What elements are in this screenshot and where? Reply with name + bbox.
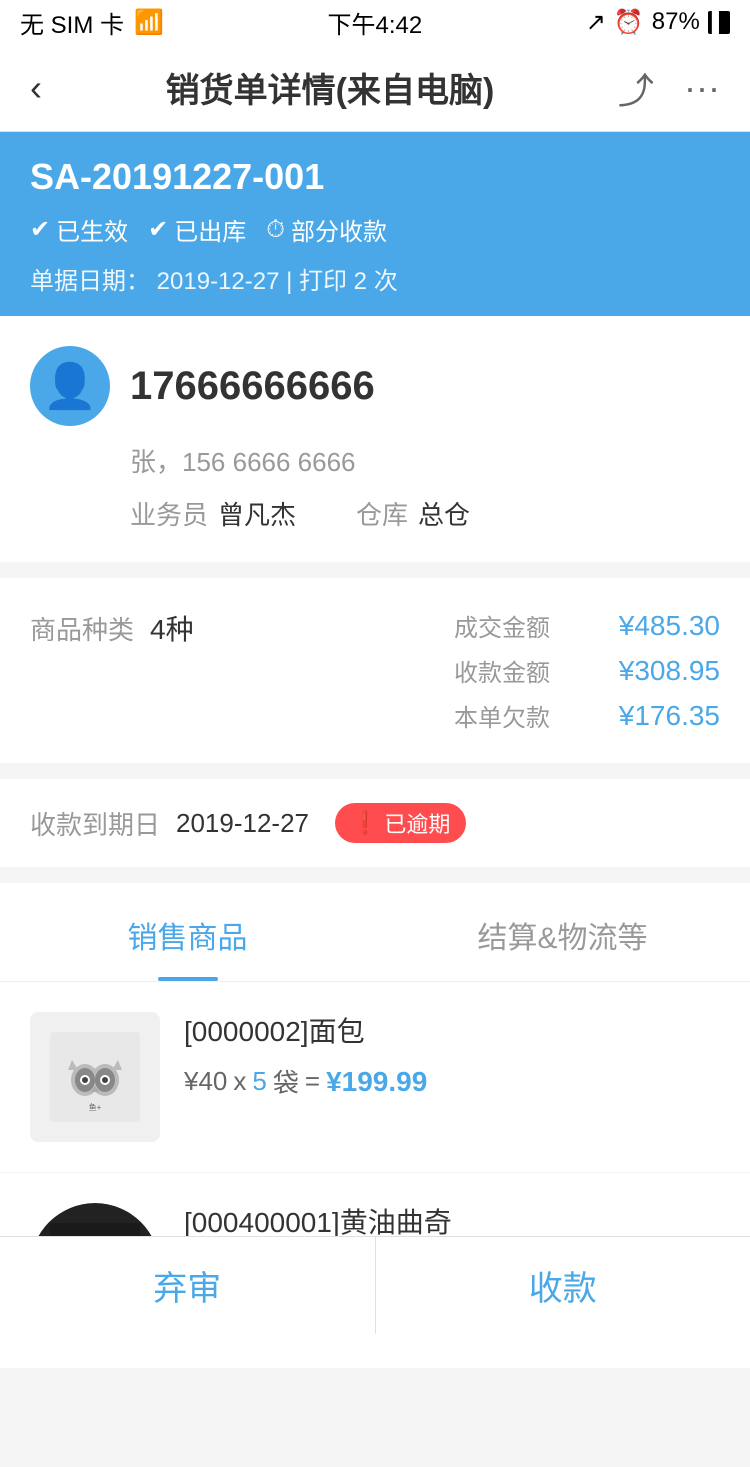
warehouse-value: 总仓 [418, 495, 470, 532]
battery-icon: ▌ [708, 11, 730, 34]
customer-info-row: 业务员 曾凡杰 仓库 总仓 [30, 495, 720, 532]
status-time: 下午4:42 [327, 5, 422, 40]
share-button[interactable]: ⤴ [618, 62, 654, 114]
customer-avatar: 👤 [30, 346, 110, 426]
amount-value-3: ¥176.35 [580, 700, 720, 732]
product-thumb-1: 鱼+ [30, 1012, 160, 1142]
amount-label-3: 本单欠款 [454, 698, 550, 733]
amount-label-2: 收款金额 [454, 653, 550, 688]
cancel-button[interactable]: 弃审 [0, 1237, 376, 1334]
multiply-icon-1: x [233, 1066, 246, 1097]
summary-right: 成交金额 ¥485.30 收款金额 ¥308.95 本单欠款 ¥176.35 [454, 608, 720, 733]
header-date: 单据日期： 2019-12-27 | 打印 2 次 [30, 261, 720, 296]
avatar-icon: 👤 [43, 360, 98, 412]
carrier-label: 无 SIM 卡 [20, 5, 124, 40]
badge-partial-payment: ⏱ 部分收款 [266, 212, 387, 247]
list-item: 鱼+ [0000002]面包 ¥40 x 5 袋 = ¥199.99 [0, 982, 750, 1173]
battery-label: 87% [652, 8, 700, 36]
due-date-section: 收款到期日 2019-12-27 ❗ 已逾期 [0, 779, 750, 867]
header-band: SA-20191227-001 ✔ 已生效 ✔ 已出库 ⏱ 部分收款 单据日期：… [0, 132, 750, 316]
equals-1: = [305, 1066, 320, 1097]
overdue-badge: ❗ 已逾期 [335, 803, 466, 843]
warehouse-label: 仓库 [356, 495, 408, 532]
product-name-1: [0000002]面包 [184, 1012, 720, 1051]
total-1: ¥199.99 [326, 1066, 427, 1098]
amount-value-2: ¥308.95 [580, 655, 720, 687]
alarm-icon: ⏰ [614, 8, 644, 37]
nav-icons: ⤴ ··· [618, 62, 720, 114]
product-price-row-1: ¥40 x 5 袋 = ¥199.99 [184, 1063, 720, 1100]
back-button[interactable]: ‹ [30, 67, 42, 109]
price-1: ¥40 [184, 1066, 227, 1097]
nav-bar: ‹ 销货单详情(来自电脑) ⤴ ··· [0, 44, 750, 132]
amount-row-1: 成交金额 ¥485.30 [454, 608, 720, 643]
tab-products[interactable]: 销售商品 [0, 883, 375, 981]
unit-1: 袋 [273, 1063, 299, 1100]
customer-row: 👤 17666666666 [30, 346, 720, 426]
date-value: 2019-12-27 [157, 268, 280, 295]
print-info: 打印 2 次 [299, 268, 398, 295]
summary-row: 商品种类 4种 成交金额 ¥485.30 收款金额 ¥308.95 本单欠款 ¥… [30, 608, 720, 733]
badge-shipped: ✔ 已出库 [148, 212, 246, 247]
more-button[interactable]: ··· [684, 67, 720, 109]
confirm-button[interactable]: 收款 [376, 1237, 750, 1334]
svg-text:鱼+: 鱼+ [89, 1102, 102, 1112]
clock-icon: ⏱ [266, 216, 285, 244]
product-info-1: [0000002]面包 ¥40 x 5 袋 = ¥199.99 [184, 1012, 720, 1100]
location-icon: ↗ [586, 8, 606, 37]
amount-label-1: 成交金额 [454, 608, 550, 643]
check-icon-1: ✔ [30, 215, 50, 244]
tabs-row: 销售商品 结算&物流等 [0, 883, 750, 981]
bottom-bar: 弃审 收款 [0, 1236, 750, 1334]
salesperson-label: 业务员 [130, 495, 208, 532]
product-image-1: 鱼+ [30, 1012, 160, 1142]
customer-section: 👤 17666666666 张，156 6666 6666 业务员 曾凡杰 仓库… [0, 316, 750, 562]
amount-row-3: 本单欠款 ¥176.35 [454, 698, 720, 733]
pipe-separator: | [286, 268, 299, 295]
overdue-icon: ❗ [351, 810, 378, 836]
due-label: 收款到期日 [30, 805, 160, 842]
page-title: 销货单详情(来自电脑) [166, 63, 495, 112]
summary-section: 商品种类 4种 成交金额 ¥485.30 收款金额 ¥308.95 本单欠款 ¥… [0, 578, 750, 763]
status-right: ↗ ⏰ 87% ▌ [586, 8, 730, 37]
due-date-value: 2019-12-27 [176, 808, 309, 839]
overdue-text: 已逾期 [384, 807, 450, 839]
amount-value-1: ¥485.30 [580, 610, 720, 642]
category-value: 4种 [150, 608, 194, 648]
amount-row-2: 收款金额 ¥308.95 [454, 653, 720, 688]
qty-1: 5 [252, 1066, 266, 1097]
tab-settlement[interactable]: 结算&物流等 [375, 883, 750, 981]
customer-phone: 17666666666 [130, 364, 375, 409]
product-icon-1: 鱼+ [50, 1032, 140, 1122]
tabs-section: 销售商品 结算&物流等 [0, 883, 750, 982]
badge-effective: ✔ 已生效 [30, 212, 128, 247]
wifi-icon: 📶 [134, 8, 164, 37]
customer-name: 张，156 6666 6666 [30, 442, 720, 479]
status-left: 无 SIM 卡 📶 [20, 5, 164, 40]
summary-left: 商品种类 4种 [30, 608, 194, 648]
header-badges: ✔ 已生效 ✔ 已出库 ⏱ 部分收款 [30, 212, 720, 247]
check-icon-2: ✔ [148, 215, 168, 244]
order-id: SA-20191227-001 [30, 156, 720, 198]
category-label: 商品种类 [30, 610, 134, 647]
status-bar: 无 SIM 卡 📶 下午4:42 ↗ ⏰ 87% ▌ [0, 0, 750, 44]
date-label: 单据日期： [30, 268, 150, 295]
salesperson-value: 曾凡杰 [218, 495, 296, 532]
